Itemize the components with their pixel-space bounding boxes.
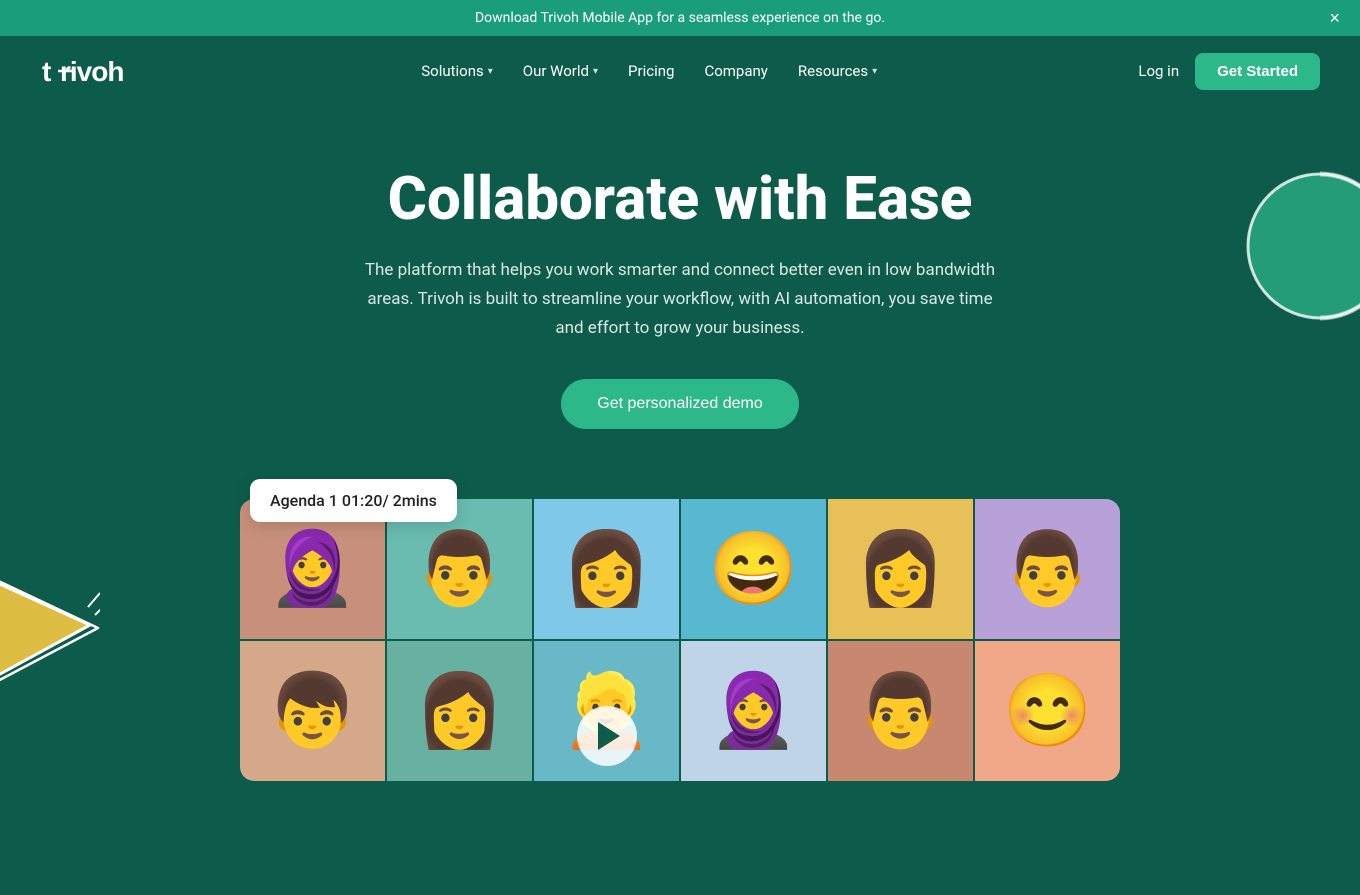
- decorative-circle: [1240, 166, 1360, 326]
- nav-actions: Log in Get Started: [1138, 53, 1320, 90]
- decorative-triangle: [0, 565, 100, 695]
- participant-cell: 🧕: [681, 641, 826, 781]
- participant-cell: 👩: [828, 499, 973, 639]
- close-banner-button[interactable]: ×: [1329, 9, 1340, 27]
- participant-cell: 👩: [387, 641, 532, 781]
- hero-section: Collaborate with Ease The platform that …: [0, 106, 1360, 895]
- chevron-down-icon: ▾: [593, 66, 598, 77]
- logo[interactable]: t rivoh: [40, 51, 160, 91]
- chevron-down-icon: ▾: [872, 66, 877, 77]
- get-started-button[interactable]: Get Started: [1195, 53, 1320, 90]
- participant-cell: 👱: [534, 641, 679, 781]
- participant-cell: 👨: [828, 641, 973, 781]
- participant-cell: 👩: [534, 499, 679, 639]
- nav-pricing[interactable]: Pricing: [616, 54, 686, 88]
- hero-title: Collaborate with Ease: [388, 166, 973, 232]
- nav-company[interactable]: Company: [692, 54, 779, 88]
- hero-video-container: Agenda 1 01:20/ 2mins 🧕 👨 👩 😄 👩 👨: [240, 499, 1120, 781]
- login-link[interactable]: Log in: [1138, 62, 1179, 80]
- nav-solutions[interactable]: Solutions ▾: [409, 54, 505, 88]
- participant-cell: 😄: [681, 499, 826, 639]
- nav-links: Solutions ▾ Our World ▾ Pricing Company …: [409, 54, 889, 88]
- hero-subtitle: The platform that helps you work smarter…: [360, 256, 1000, 343]
- play-button[interactable]: [577, 706, 637, 766]
- participant-cell: 👨: [975, 499, 1120, 639]
- nav-resources[interactable]: Resources ▾: [786, 54, 889, 88]
- logo-text: t rivoh: [40, 51, 160, 91]
- chevron-down-icon: ▾: [488, 66, 493, 77]
- demo-button[interactable]: Get personalized demo: [561, 379, 798, 429]
- svg-text:rivoh: rivoh: [60, 56, 123, 87]
- announcement-banner: Download Trivoh Mobile App for a seamles…: [0, 0, 1360, 36]
- navbar: t rivoh Solutions ▾ Our World ▾ Pricing …: [0, 36, 1360, 106]
- nav-our-world[interactable]: Our World ▾: [511, 54, 610, 88]
- participant-cell: 👦: [240, 641, 385, 781]
- agenda-badge: Agenda 1 01:20/ 2mins: [250, 479, 457, 522]
- svg-text:t: t: [42, 56, 51, 87]
- announcement-text: Download Trivoh Mobile App for a seamles…: [475, 10, 885, 26]
- play-icon: [598, 722, 620, 750]
- video-grid: 🧕 👨 👩 😄 👩 👨 👦 👩: [240, 499, 1120, 781]
- participant-cell: 😊: [975, 641, 1120, 781]
